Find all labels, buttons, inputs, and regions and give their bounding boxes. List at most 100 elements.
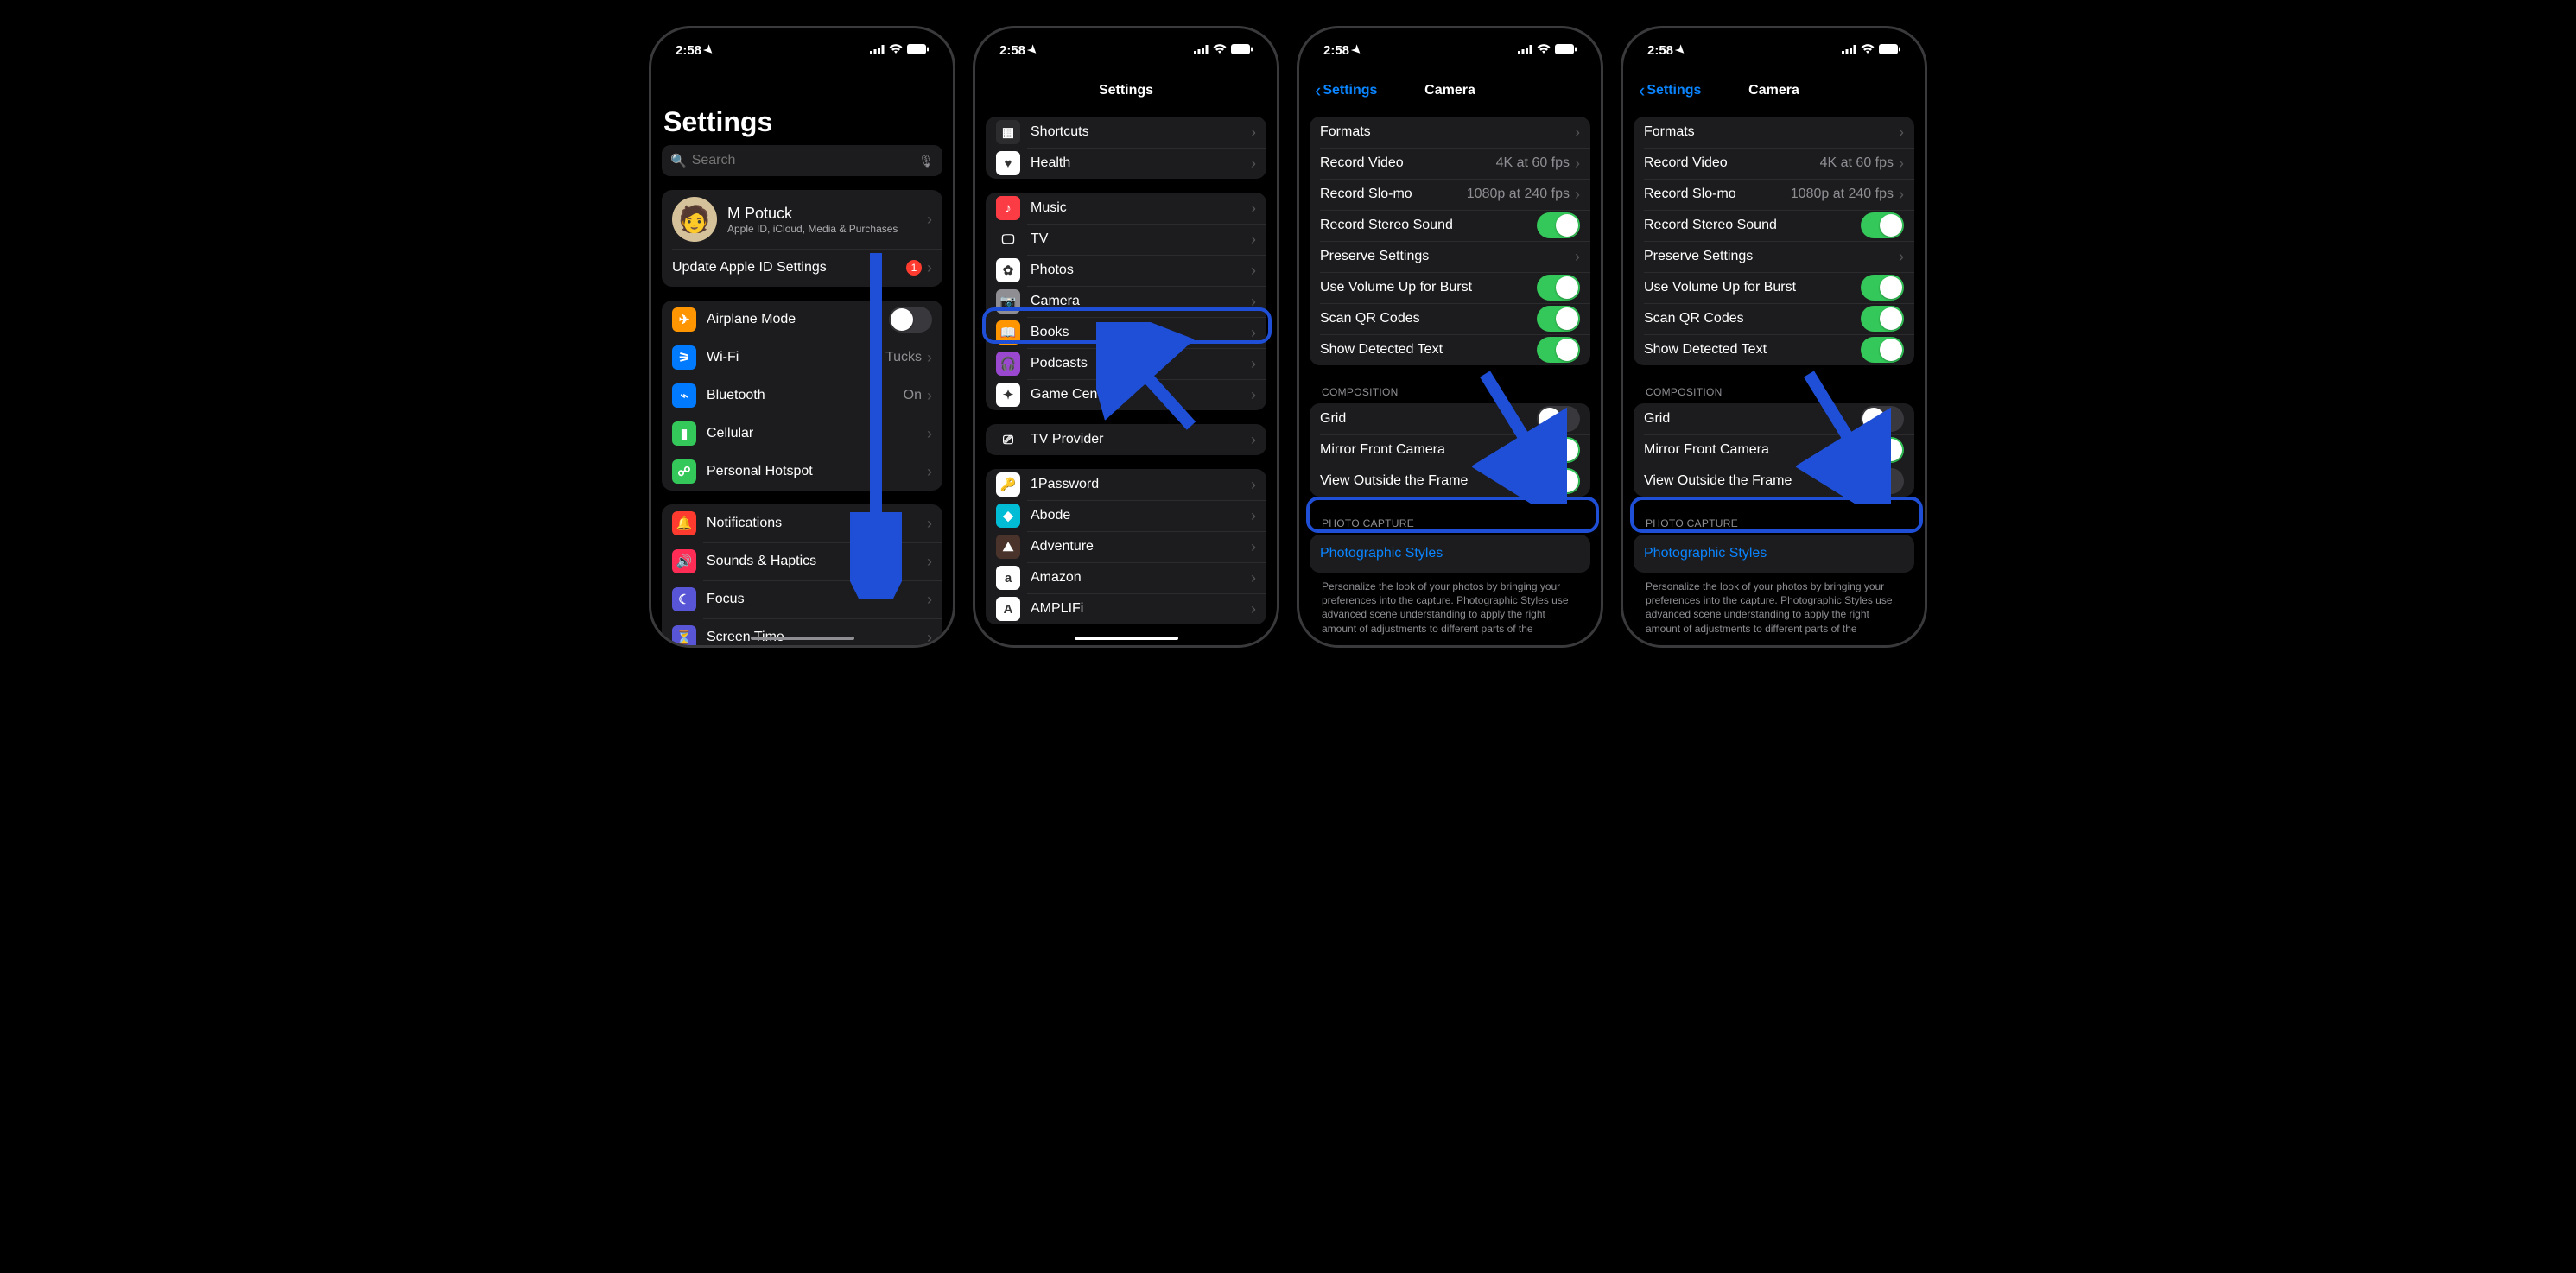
toggle-switch[interactable] — [1537, 468, 1580, 494]
gamecenter-icon: ✦ — [996, 383, 1020, 407]
settings-row[interactable]: ▦Shortcuts› — [986, 117, 1266, 148]
search-bar[interactable]: 🔍 🎙 — [662, 145, 942, 176]
chevron-right-icon: › — [1899, 155, 1904, 171]
settings-row[interactable]: 🔑1Password› — [986, 469, 1266, 500]
settings-row[interactable]: ▮Cellular› — [662, 415, 942, 453]
settings-row[interactable]: ✈︎Airplane Mode — [662, 301, 942, 339]
row-label: Notifications — [707, 516, 927, 531]
toggle-switch[interactable] — [1537, 212, 1580, 238]
settings-row[interactable]: Use Volume Up for Burst — [1634, 272, 1914, 303]
apple-id-row[interactable]: 🧑 M Potuck Apple ID, iCloud, Media & Pur… — [662, 190, 942, 249]
settings-row[interactable]: Preserve Settings› — [1310, 241, 1590, 272]
toggle-switch[interactable] — [1861, 212, 1904, 238]
toggle-switch[interactable] — [1537, 406, 1580, 432]
settings-row[interactable]: Scan QR Codes — [1310, 303, 1590, 334]
settings-row[interactable]: Formats› — [1634, 117, 1914, 148]
toggle-switch[interactable] — [889, 307, 932, 332]
settings-row[interactable]: ◆Abode› — [986, 500, 1266, 531]
settings-row[interactable]: Mirror Front Camera — [1310, 434, 1590, 466]
settings-row[interactable]: Record Stereo Sound — [1310, 210, 1590, 241]
mic-icon[interactable]: 🎙 — [918, 154, 934, 168]
toggle-switch[interactable] — [1861, 337, 1904, 363]
location-arrow-icon: ➤ — [1348, 41, 1365, 58]
settings-row[interactable]: Record Video4K at 60 fps› — [1310, 148, 1590, 179]
settings-row[interactable]: 🔊Sounds & Haptics› — [662, 542, 942, 580]
dynamic-island — [752, 38, 852, 66]
status-time: 2:58 — [676, 43, 701, 58]
settings-row[interactable]: Record Stereo Sound — [1634, 210, 1914, 241]
settings-row[interactable]: Formats› — [1310, 117, 1590, 148]
back-button[interactable]: ‹Settings — [1315, 72, 1377, 110]
settings-row[interactable]: ⛰Adventure› — [986, 531, 1266, 562]
composition-header: COMPOSITION — [1646, 386, 1914, 398]
toggle-switch[interactable] — [1537, 337, 1580, 363]
music-icon: ♪ — [996, 196, 1020, 220]
toggle-switch[interactable] — [1861, 468, 1904, 494]
settings-row[interactable]: aAmazon› — [986, 562, 1266, 593]
settings-row[interactable]: Record Slo-mo1080p at 240 fps› — [1310, 179, 1590, 210]
photographic-styles-row[interactable]: Photographic Styles — [1310, 535, 1590, 573]
chevron-right-icon: › — [1251, 477, 1256, 492]
settings-row[interactable]: Mirror Front Camera — [1634, 434, 1914, 466]
settings-row[interactable]: ⚞Wi-FiTucks› — [662, 339, 942, 377]
nav-title: Camera — [1424, 83, 1475, 98]
settings-row[interactable]: Show Detected Text — [1310, 334, 1590, 365]
tv-icon: 🖵 — [996, 227, 1020, 251]
settings-row[interactable]: View Outside the Frame — [1634, 466, 1914, 497]
toggle-switch[interactable] — [1861, 306, 1904, 332]
row-label: Record Slo-mo — [1644, 187, 1791, 202]
settings-row[interactable]: ✿Photos› — [986, 255, 1266, 286]
row-label: Music — [1031, 200, 1251, 216]
row-label: Formats — [1320, 124, 1575, 140]
photo-capture-group: Photographic Styles — [1310, 535, 1590, 573]
settings-row[interactable]: 🎧Podcasts› — [986, 348, 1266, 379]
toggle-switch[interactable] — [1861, 406, 1904, 432]
settings-row[interactable]: 🖵TV› — [986, 224, 1266, 255]
row-label: Airplane Mode — [707, 312, 889, 327]
settings-row[interactable]: View Outside the Frame — [1310, 466, 1590, 497]
settings-row[interactable]: ⎚TV Provider› — [986, 424, 1266, 455]
settings-row[interactable]: Grid — [1634, 403, 1914, 434]
toggle-switch[interactable] — [1861, 275, 1904, 301]
nav-title: Camera — [1748, 83, 1799, 98]
row-label: Use Volume Up for Burst — [1320, 280, 1537, 295]
toggle-switch[interactable] — [1537, 275, 1580, 301]
chevron-right-icon: › — [1251, 124, 1256, 140]
settings-row[interactable]: ⌁BluetoothOn› — [662, 377, 942, 415]
search-input[interactable] — [692, 153, 914, 168]
books-icon: 📖 — [996, 320, 1020, 345]
adv-icon: ⛰ — [996, 535, 1020, 559]
back-button[interactable]: ‹Settings — [1639, 72, 1701, 110]
row-detail: Tucks — [885, 350, 922, 365]
photographic-styles-row[interactable]: Photographic Styles — [1634, 535, 1914, 573]
settings-row[interactable]: Record Video4K at 60 fps› — [1634, 148, 1914, 179]
chevron-right-icon: › — [927, 426, 932, 441]
settings-row[interactable]: ♪Music› — [986, 193, 1266, 224]
settings-row[interactable]: Show Detected Text — [1634, 334, 1914, 365]
row-label: Record Video — [1644, 155, 1820, 171]
signal-icon — [1194, 43, 1209, 58]
battery-icon — [907, 43, 929, 58]
chevron-right-icon: › — [927, 554, 932, 569]
settings-row[interactable]: 📖Books› — [986, 317, 1266, 348]
settings-row[interactable]: ☍Personal Hotspot› — [662, 453, 942, 491]
settings-row[interactable]: AAMPLIFi› — [986, 593, 1266, 624]
settings-row[interactable]: Use Volume Up for Burst — [1310, 272, 1590, 303]
settings-row[interactable]: Preserve Settings› — [1634, 241, 1914, 272]
settings-row[interactable]: ✦Game Center› — [986, 379, 1266, 410]
settings-row[interactable]: Scan QR Codes — [1634, 303, 1914, 334]
settings-row[interactable]: Grid — [1310, 403, 1590, 434]
update-apple-id-row[interactable]: Update Apple ID Settings 1 › — [662, 249, 942, 287]
settings-row[interactable]: ⏳Screen Time› — [662, 618, 942, 645]
settings-row[interactable]: ☾Focus› — [662, 580, 942, 618]
toggle-switch[interactable] — [1861, 437, 1904, 463]
settings-row[interactable]: ♥Health› — [986, 148, 1266, 179]
settings-row[interactable]: Record Slo-mo1080p at 240 fps› — [1634, 179, 1914, 210]
status-time: 2:58 — [1647, 43, 1673, 58]
row-detail: 4K at 60 fps — [1496, 155, 1570, 171]
toggle-switch[interactable] — [1537, 437, 1580, 463]
settings-row[interactable]: 🔔Notifications› — [662, 504, 942, 542]
toggle-switch[interactable] — [1537, 306, 1580, 332]
row-label: Books — [1031, 325, 1251, 340]
settings-row[interactable]: 📷Camera› — [986, 286, 1266, 317]
